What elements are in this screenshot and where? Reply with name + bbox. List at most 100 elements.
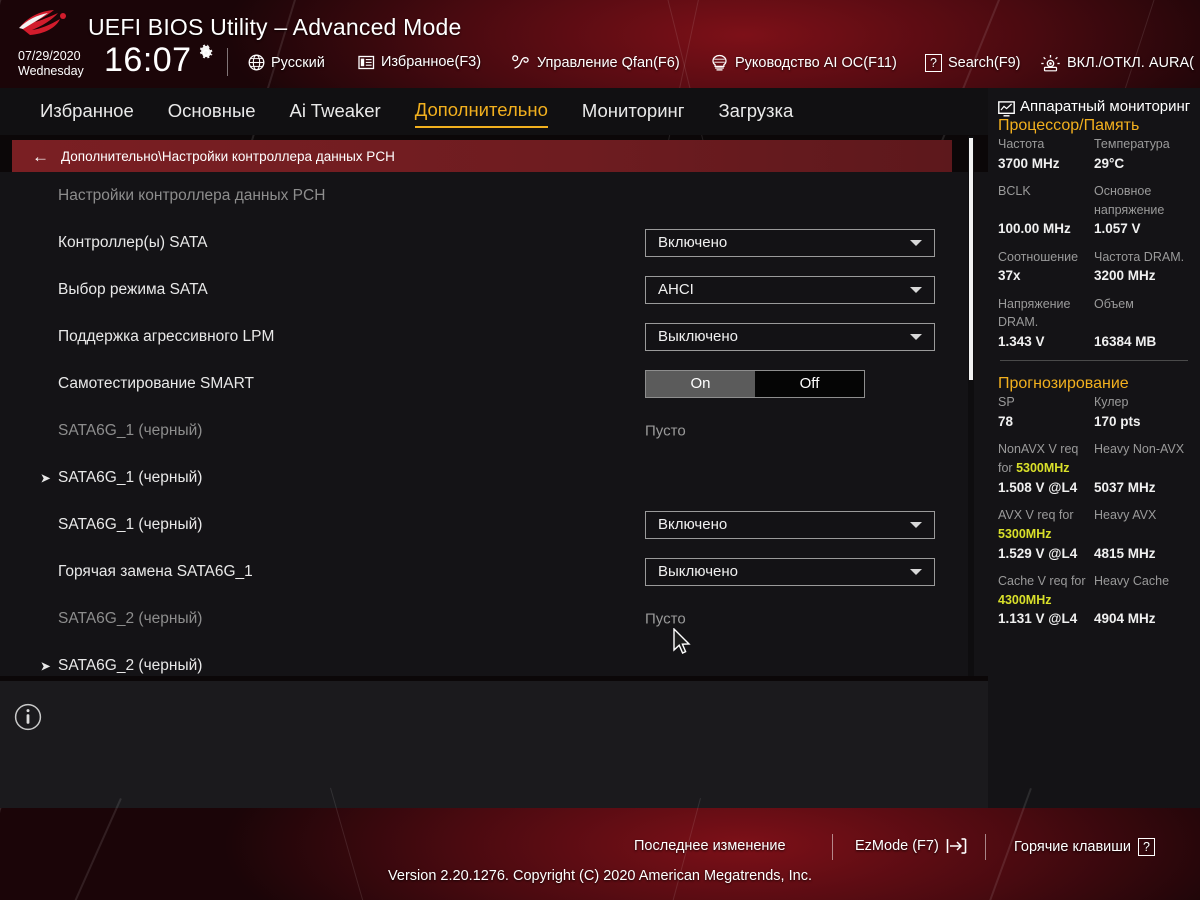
header-item-label: Руководство AI OC(F11) [735,54,897,71]
hardware-monitor-sidebar: Аппаратный мониторинг Процессор/Память Ча… [988,88,1200,808]
setting-dropdown[interactable]: Включено [645,510,935,539]
last-modified-label: Последнее изменение [634,838,786,854]
sidebar-metric-value: 16384 MB [1094,334,1157,350]
aura-icon [1041,55,1060,72]
bios-screen: UEFI BIOS Utility – Advanced Mode 07/29/… [0,0,1200,900]
sidebar-metric-value: 78 [998,414,1014,430]
sidebar-metric-value: 37x [998,268,1021,284]
chevron-down-icon [910,521,922,528]
sidebar-metric-label: Heavy AVX [1094,508,1157,523]
hotkeys-key-icon: ? [1138,838,1155,856]
setting-toggle[interactable]: On Off [645,369,865,398]
sidebar-metric-value: 3700 MHz [998,155,1060,171]
ezmode-button[interactable]: EzMode (F7) [855,838,968,854]
sidebar-metric-label: SP [998,395,1015,410]
breadcrumb[interactable]: ← Дополнительно\Настройки контроллера да… [12,140,952,172]
setting-row[interactable]: Самотестирование SMART On Off [0,360,952,407]
setting-row[interactable]: Контроллер(ы) SATA Включено [0,219,952,266]
sidebar-metric-label: AVX V req for 5300MHz [998,508,1074,541]
setting-dropdown[interactable]: Выключено [645,322,935,351]
hotkeys-button[interactable]: Горячие клавиши ? [1014,838,1155,856]
header-item-search[interactable]: ? Search(F9) [925,54,1020,72]
header-item-label: ВКЛ./ОТКЛ. AURA( [1067,55,1194,71]
setting-value: Пусто [645,422,686,439]
sidebar-metric-label: Температура [1094,136,1170,151]
tab-monitor[interactable]: Мониторинг [582,96,685,127]
setting-row[interactable]: SATA6G_1 (черный) Включено [0,501,952,548]
help-strip [0,681,988,808]
weekday-value: Wednesday [18,63,84,78]
setting-label: Горячая замена SATA6G_1 [58,562,253,580]
gear-icon[interactable] [197,44,215,62]
setting-row[interactable]: ➤ SATA6G_1 (черный) [0,454,952,501]
sidebar-metric-value: 3200 MHz [1094,268,1156,284]
setting-row: Настройки контроллера данных PCH [0,172,952,219]
clock-value: 16:07 [104,41,192,79]
setting-label: SATA6G_1 (черный) [58,515,203,533]
sidebar-metric-value: 29°C [1094,155,1125,171]
setting-dropdown[interactable]: Выключено [645,557,935,586]
sidebar-section-title: Процессор/Память [998,117,1140,134]
setting-dropdown[interactable]: Включено [645,228,935,257]
sidebar-section-title: Прогнозирование [998,375,1129,393]
setting-label: Выбор режима SATA [58,280,208,298]
dropdown-value: Включено [658,516,728,533]
page-title: UEFI BIOS Utility – Advanced Mode [88,14,462,40]
header-item-label: Русский [271,54,325,71]
sidebar-metric-highlight: 5300MHz [998,526,1052,541]
setting-row[interactable]: Горячая замена SATA6G_1 Выключено [0,548,952,595]
setting-value: Пусто [645,610,686,627]
sidebar-metric-label: Heavy Non-AVX [1094,442,1185,457]
date-value: 07/29/2020 [18,49,81,63]
ai-oc-icon [712,54,727,71]
toggle-option-on[interactable]: On [646,370,755,397]
sidebar-metric-value: 1.343 V [998,334,1045,350]
back-arrow-icon[interactable]: ← [32,148,49,165]
setting-label: SATA6G_1 (черный) [58,421,203,439]
setting-row[interactable]: Поддержка агрессивного LPM Выключено [0,313,952,360]
setting-dropdown[interactable]: AHCI [645,275,935,304]
header-item-label: Управление Qfan(F6) [537,54,680,71]
tab-advanced[interactable]: Дополнительно [414,95,548,128]
header-item-language[interactable]: Русский [248,54,325,71]
settings-panel: Настройки контроллера данных PCH Контролл… [0,172,988,676]
header-item-qfan[interactable]: Управление Qfan(F6) [512,54,680,71]
setting-label: Поддержка агрессивного LPM [58,327,275,345]
sidebar-metric-label: Частота DRAM. [1094,249,1185,264]
setting-label: Самотестирование SMART [58,374,255,392]
tab-ai-tweaker[interactable]: Ai Tweaker [290,96,381,127]
sidebar-section-grid: Частота Температура 3700 MHz 29°C BCLK Основн… [988,135,1200,353]
info-circle-icon[interactable] [14,703,42,731]
setting-row[interactable]: ➤ SATA6G_2 (черный) [0,642,952,676]
breadcrumb-path: Дополнительно\Настройки контроллера данн… [61,148,395,164]
globe-icon [248,54,265,71]
header-divider [227,48,228,76]
qfan-icon [512,55,529,69]
sidebar-metric-value: 4815 MHz [1094,545,1156,561]
header-item-ai-oc[interactable]: Руководство AI OC(F11) [710,54,897,71]
header-item-aura[interactable]: ВКЛ./ОТКЛ. AURA( [1040,54,1194,72]
sidebar-metric-label: Объем [1094,296,1134,311]
chevron-down-icon [910,239,922,246]
tab-main[interactable]: Основные [168,96,256,127]
settings-scrollbar-thumb[interactable] [969,138,973,380]
sidebar-metric-value: 1.131 V @L4 [998,611,1078,627]
setting-row[interactable]: Выбор режима SATA AHCI [0,266,952,313]
toggle-option-off[interactable]: Off [755,370,864,397]
chevron-down-icon [910,333,922,340]
setting-row[interactable]: SATA6G_2 (черный) Пусто [0,595,952,642]
sidebar-metric-value: 100.00 MHz [998,221,1071,237]
sidebar-metric-label: Heavy Cache [1094,573,1170,588]
setting-label: SATA6G_2 (черный) [58,656,203,674]
last-modified-button[interactable]: Последнее изменение [634,838,786,854]
sidebar-metric-label: Напряжение DRAM. [998,296,1071,330]
sidebar-metric-label: Кулер [1094,395,1129,410]
sidebar-metric-label: Частота [998,136,1045,151]
header-item-favorites[interactable]: Избранное(F3) [358,54,481,70]
dropdown-value: AHCI [658,281,694,298]
tab-boot[interactable]: Загрузка [719,96,794,127]
submenu-arrow-icon: ➤ [40,470,51,485]
tab-favorites[interactable]: Избранное [40,96,134,127]
setting-row[interactable]: SATA6G_1 (черный) Пусто [0,407,952,454]
version-text: Version 2.20.1276. Copyright (C) 2020 Am… [388,868,812,884]
